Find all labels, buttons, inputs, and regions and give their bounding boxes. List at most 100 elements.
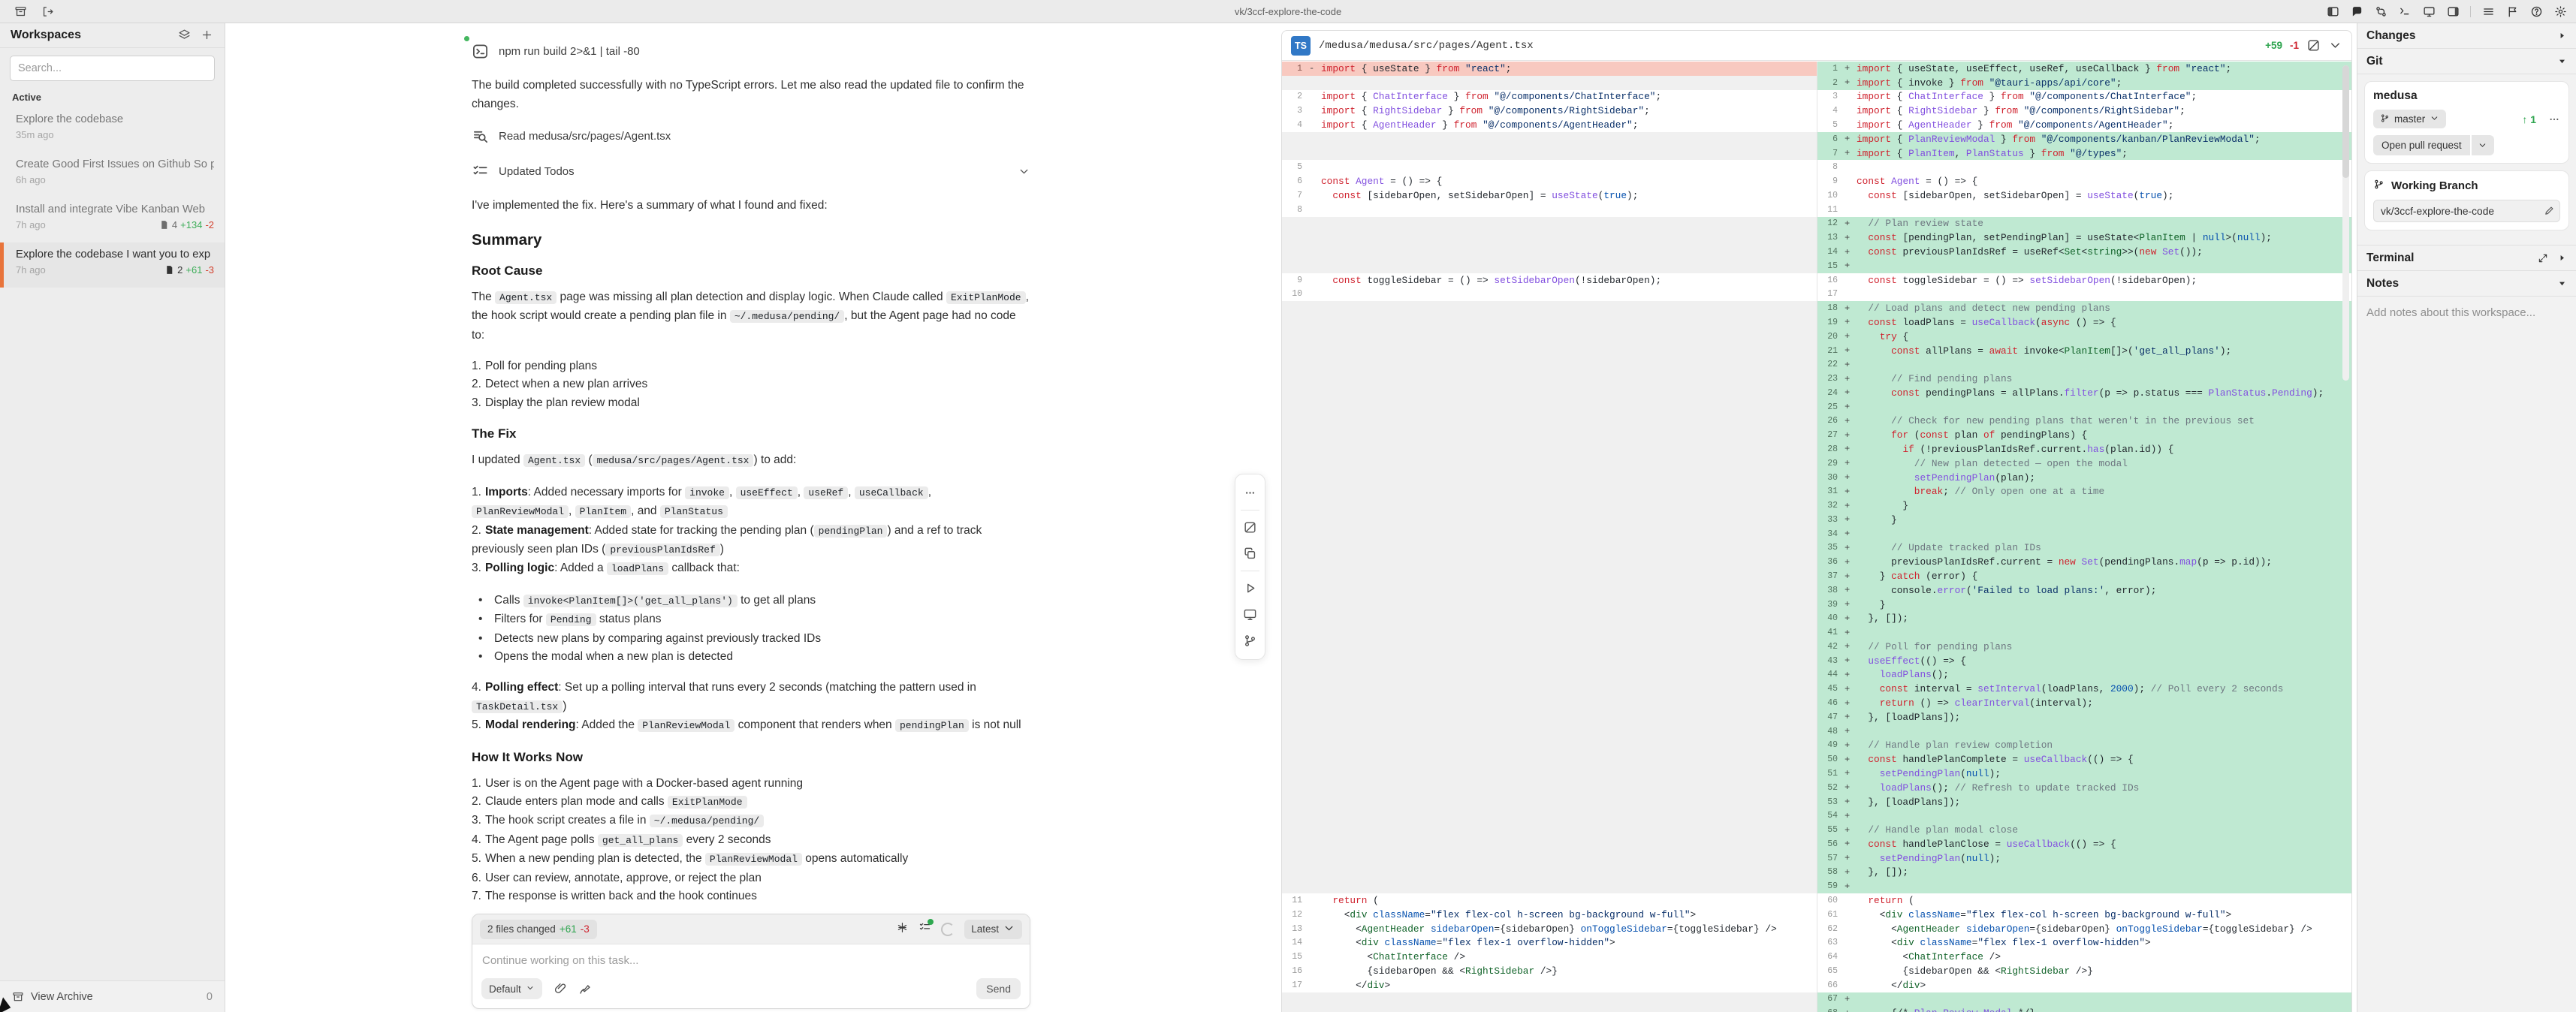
diff-view-toggle[interactable] xyxy=(2306,38,2321,53)
diff-row: 51+ setPendingPlan(null); xyxy=(1282,767,2351,781)
workspaces-sidebar: Workspaces Active Explore the codebase35… xyxy=(0,23,225,1012)
archive-count: 0 xyxy=(207,991,213,1003)
workspace-item[interactable]: Create Good First Issues on Github So p6… xyxy=(0,152,225,197)
diff-row: 44+ loadPlans(); xyxy=(1282,668,2351,682)
edit-branch-button[interactable] xyxy=(2544,205,2555,216)
plus-icon[interactable] xyxy=(201,29,214,42)
workspace-item[interactable]: Install and integrate Vibe Kanban Web7h … xyxy=(0,197,225,242)
diff-line-left xyxy=(1282,611,1817,625)
diff-line-left xyxy=(1282,823,1817,837)
diff-line-left: 11 return ( xyxy=(1282,893,1817,908)
expand-terminal-button[interactable] xyxy=(2538,253,2548,264)
annotate-button[interactable] xyxy=(578,982,592,995)
model-dropdown[interactable]: Default xyxy=(481,978,542,999)
pr-dropdown-button[interactable] xyxy=(2472,135,2494,155)
chevron-down-icon xyxy=(526,983,535,995)
monitor-icon[interactable] xyxy=(2422,5,2436,18)
todos-status-icon[interactable] xyxy=(918,921,931,938)
diff-line-right: 17 xyxy=(1817,288,2351,302)
menu-icon[interactable] xyxy=(2481,5,2495,18)
play-icon[interactable] xyxy=(1235,575,1265,601)
changes-section-header[interactable]: Changes xyxy=(2357,23,2576,49)
workspace-item[interactable]: Explore the codebase I want you to exp7h… xyxy=(0,242,225,288)
caret-right-icon xyxy=(2557,253,2567,263)
diff-line-right: 34+ xyxy=(1817,527,2351,541)
tool-call-row[interactable]: Read medusa/src/pages/Agent.tsx xyxy=(472,126,1030,146)
diff-file-header: TS /medusa/medusa/src/pages/Agent.tsx +5… xyxy=(1282,31,2351,61)
diff-row: 13+ const [pendingPlan, setPendingPlan] … xyxy=(1282,230,2351,245)
workspace-item[interactable]: Explore the codebase35m ago xyxy=(0,107,225,152)
layers-icon[interactable] xyxy=(178,29,192,42)
notes-label: Notes xyxy=(2366,277,2399,291)
latest-dropdown[interactable]: Latest xyxy=(964,920,1022,939)
diff-line-right: 28+ if (!previousPlanIdsRef.current.has(… xyxy=(1817,442,2351,456)
git-compare-icon[interactable] xyxy=(2374,5,2387,18)
flag-icon[interactable] xyxy=(2505,5,2519,18)
spark-icon[interactable] xyxy=(896,921,909,938)
diff-row: 19+ const loadPlans = useCallback(async … xyxy=(1282,315,2351,330)
chat-bubble-icon[interactable] xyxy=(2350,5,2363,18)
gear-icon[interactable] xyxy=(2553,5,2567,18)
inline-code: Agent.tsx xyxy=(495,291,557,304)
list-item: 3.The hook script creates a file in ~/.m… xyxy=(472,812,1030,830)
attach-button[interactable] xyxy=(554,982,567,995)
send-button[interactable]: Send xyxy=(976,978,1021,999)
diff-line-right: 60 return ( xyxy=(1817,893,2351,908)
notes-placeholder[interactable]: Add notes about this workspace... xyxy=(2357,297,2576,329)
git-label: Git xyxy=(2366,55,2383,68)
monitor-icon[interactable] xyxy=(1235,601,1265,628)
diff-line-left xyxy=(1282,752,1817,767)
view-archive-button[interactable]: View Archive 0 xyxy=(0,980,225,1012)
working-branch-input[interactable] xyxy=(2373,200,2560,222)
ahead-count: ↑ 1 xyxy=(2522,113,2536,125)
changes-label: Changes xyxy=(2366,29,2415,43)
diff-row: 13 <AgentHeader sidebarOpen={sidebarOpen… xyxy=(1282,922,2351,936)
diff-line-left xyxy=(1282,640,1817,654)
diff-row: 52+ loadPlans(); // Refresh to update tr… xyxy=(1282,781,2351,795)
diff-icon[interactable] xyxy=(1235,514,1265,541)
diff-line-right: 44+ loadPlans(); xyxy=(1817,668,2351,682)
diff-row: 14 <div className="flex flex-1 overflow-… xyxy=(1282,935,2351,950)
diff-line-right: 42+ // Poll for pending plans xyxy=(1817,640,2351,654)
notes-section-header[interactable]: Notes xyxy=(2357,271,2576,297)
git-section-header[interactable]: Git xyxy=(2357,49,2576,74)
list-item: 5.Modal rendering: Added the PlanReviewM… xyxy=(472,716,1030,735)
tool-call-row[interactable]: npm run build 2>&1 | tail -80 xyxy=(472,41,1030,61)
open-pull-request-button[interactable]: Open pull request xyxy=(2373,135,2470,155)
diff-line-left xyxy=(1282,357,1817,372)
collapse-file-button[interactable] xyxy=(2328,38,2342,53)
export-icon[interactable] xyxy=(41,5,54,18)
workspaces-title: Workspaces xyxy=(11,29,81,42)
branch-selector[interactable]: master xyxy=(2373,110,2446,128)
list-item: 3.Polling logic: Added a loadPlans callb… xyxy=(472,559,1030,578)
copy-icon[interactable] xyxy=(1235,541,1265,567)
inline-code: useRef xyxy=(804,486,848,499)
search-input[interactable] xyxy=(10,56,215,81)
diff-line-left xyxy=(1282,442,1817,456)
files-changed-badge[interactable]: 2 files changed +61 -3 xyxy=(480,920,597,939)
diff-line-left xyxy=(1282,484,1817,498)
archive-icon[interactable] xyxy=(14,5,27,18)
panel-left-icon[interactable] xyxy=(2326,5,2339,18)
terminal-icon[interactable] xyxy=(2398,5,2412,18)
diff-card: TS /medusa/medusa/src/pages/Agent.tsx +5… xyxy=(1281,30,2352,1012)
help-icon[interactable] xyxy=(2529,5,2543,18)
more-actions-button[interactable] xyxy=(2548,113,2560,125)
chevron-down-icon[interactable] xyxy=(1018,165,1030,178)
dots-handle[interactable] xyxy=(1235,480,1265,506)
inline-code: ~/.medusa/pending/ xyxy=(650,815,764,827)
git-branch-icon[interactable] xyxy=(1235,628,1265,654)
message-input[interactable] xyxy=(482,954,1020,967)
diff-line-right: 51+ setPendingPlan(null); xyxy=(1817,767,2351,781)
chevron-down-icon xyxy=(2430,113,2439,125)
panel-right-icon[interactable] xyxy=(2446,5,2460,18)
diff-row: 7+import { PlanItem, PlanStatus } from "… xyxy=(1282,146,2351,161)
diff-line-right: 43+ useEffect(() => { xyxy=(1817,654,2351,668)
terminal-section-header[interactable]: Terminal xyxy=(2357,245,2576,271)
numbered-list: 4.Polling effect: Set up a polling inter… xyxy=(472,679,1030,735)
tool-call-row[interactable]: Updated Todos xyxy=(472,161,1030,181)
diff-line-right: 12+ // Plan review state xyxy=(1817,217,2351,231)
diff-line-left xyxy=(1282,386,1817,400)
diff-scrollbar[interactable] xyxy=(2342,65,2349,381)
diff-line-left xyxy=(1282,1006,1817,1012)
